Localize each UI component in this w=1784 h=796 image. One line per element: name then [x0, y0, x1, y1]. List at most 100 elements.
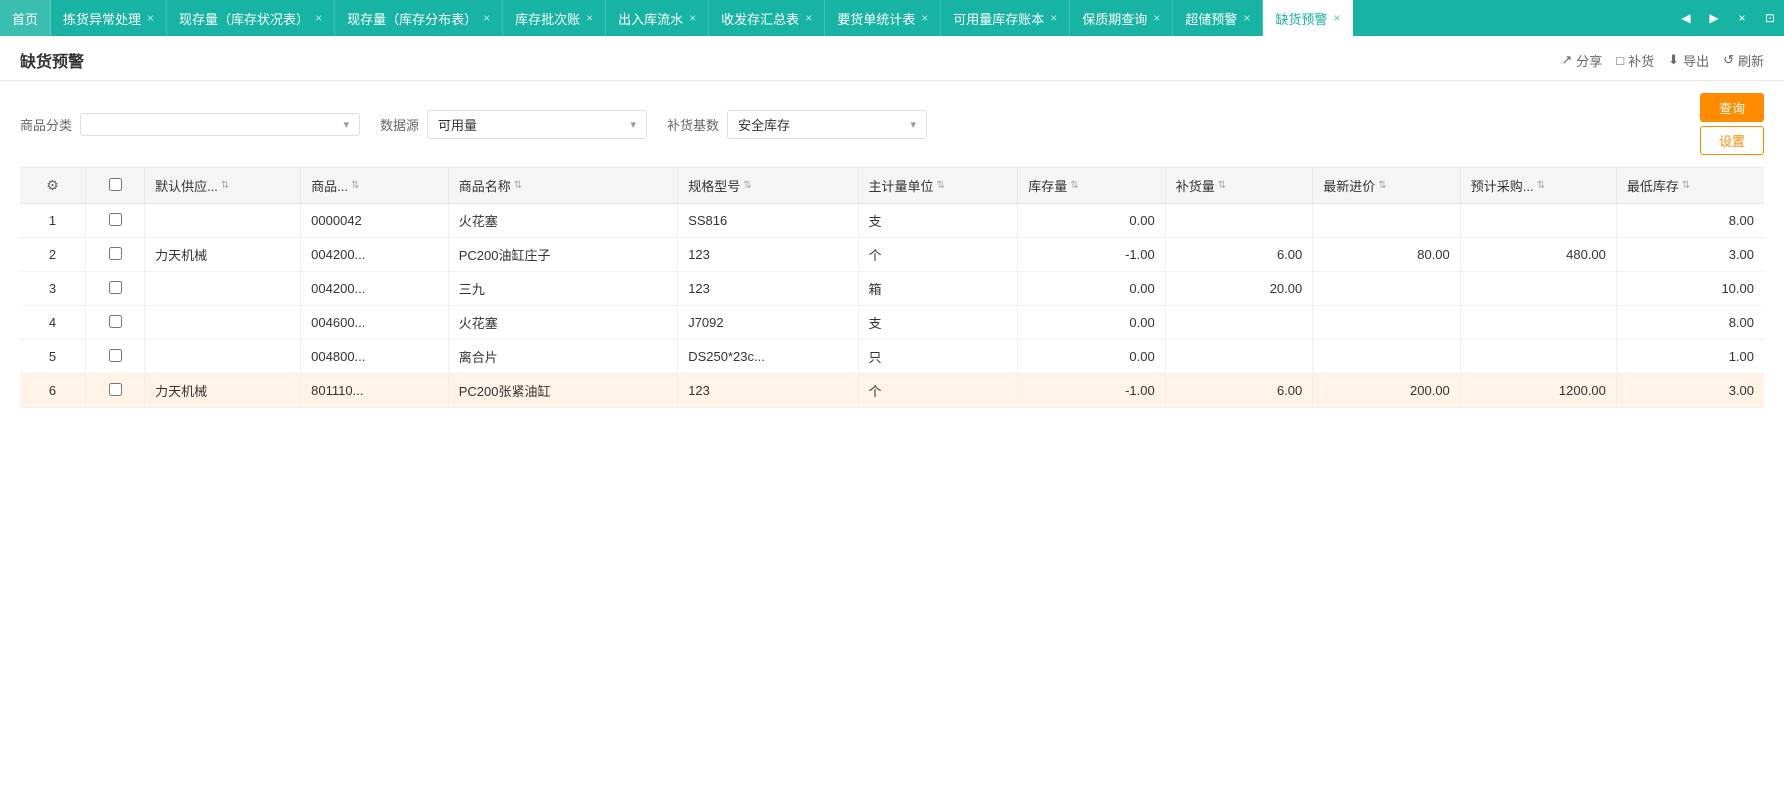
row-product-name: PC200张紧油缸: [448, 374, 678, 408]
column-unit[interactable]: 主计量单位 ⇅: [858, 168, 1018, 204]
row-checkbox[interactable]: [109, 315, 122, 328]
tab-close-all-button[interactable]: ×: [1728, 0, 1756, 36]
tab-inventory-status[interactable]: 现存量（库存状况表） ×: [167, 0, 335, 36]
row-number: 5: [20, 340, 86, 374]
refresh-icon: ↺: [1723, 52, 1734, 68]
row-min-stock: 1.00: [1616, 340, 1764, 374]
row-product-code: 004200...: [301, 238, 449, 272]
close-tab-shortage[interactable]: ×: [1333, 11, 1340, 25]
tab-shortage[interactable]: 缺货预警 ×: [1263, 0, 1353, 36]
datasource-select[interactable]: 可用量 ▾: [427, 110, 647, 139]
column-product-name[interactable]: 商品名称 ⇅: [448, 168, 678, 204]
row-product-name: 三九: [448, 272, 678, 306]
row-number: 6: [20, 374, 86, 408]
column-product-code[interactable]: 商品... ⇅: [301, 168, 449, 204]
category-filter-group: 商品分类 ▾: [20, 113, 360, 136]
row-default-supplier: 力天机械: [145, 238, 301, 272]
close-tab-overstock[interactable]: ×: [1243, 11, 1250, 25]
close-tab-abnormal[interactable]: ×: [147, 11, 154, 25]
row-min-stock: 3.00: [1616, 374, 1764, 408]
datasource-label: 数据源: [380, 115, 419, 134]
row-latest-price: [1313, 272, 1461, 306]
share-button[interactable]: ↗ 分享: [1561, 51, 1602, 70]
export-button[interactable]: ⬇ 导出: [1668, 51, 1709, 70]
query-button[interactable]: 查询: [1700, 93, 1764, 122]
close-tab-batch-account[interactable]: ×: [586, 11, 593, 25]
row-replenish-qty: 6.00: [1165, 238, 1313, 272]
row-spec: 123: [678, 272, 858, 306]
column-min-stock[interactable]: 最低库存 ⇅: [1616, 168, 1764, 204]
row-number: 1: [20, 204, 86, 238]
column-stock-qty[interactable]: 库存量 ⇅: [1018, 168, 1166, 204]
row-checkbox[interactable]: [109, 383, 122, 396]
table-row: 1 0000042 火花塞 SS816 支 0.00 8.00: [20, 204, 1764, 238]
table-row: 3 004200... 三九 123 箱 0.00 20.00 10.00: [20, 272, 1764, 306]
row-spec: 123: [678, 238, 858, 272]
row-default-supplier: [145, 204, 301, 238]
page-header: 缺货预警 ↗ 分享 □ 补货 ⬇ 导出 ↺ 刷新: [0, 36, 1784, 81]
row-checkbox[interactable]: [109, 213, 122, 226]
category-dropdown-icon: ▾: [343, 118, 349, 131]
tab-inout-flow[interactable]: 出入库流水 ×: [606, 0, 709, 36]
row-est-purchase: [1460, 340, 1616, 374]
close-tab-inout-flow[interactable]: ×: [689, 11, 696, 25]
tab-home[interactable]: 首页: [0, 0, 51, 36]
row-checkbox[interactable]: [109, 349, 122, 362]
row-checkbox[interactable]: [109, 247, 122, 260]
main-content: 缺货预警 ↗ 分享 □ 补货 ⬇ 导出 ↺ 刷新 商品分类: [0, 36, 1784, 796]
tab-next-button[interactable]: ▶: [1700, 0, 1728, 36]
row-latest-price: [1313, 306, 1461, 340]
category-select[interactable]: ▾: [80, 113, 360, 136]
datasource-select-value: 可用量: [438, 115, 477, 134]
row-checkbox-cell: [86, 306, 145, 340]
select-all-checkbox[interactable]: [109, 178, 122, 191]
tab-overstock[interactable]: 超储预警 ×: [1173, 0, 1263, 36]
row-product-code: 0000042: [301, 204, 449, 238]
replenish-basis-select[interactable]: 安全库存 ▾: [727, 110, 927, 139]
row-unit: 只: [858, 340, 1018, 374]
replenish-icon: □: [1616, 53, 1624, 68]
column-replenish-qty[interactable]: 补货量 ⇅: [1165, 168, 1313, 204]
close-tab-order-stat[interactable]: ×: [921, 11, 928, 25]
tab-order-stat[interactable]: 要货单统计表 ×: [825, 0, 941, 36]
sort-latest-price-icon: ⇅: [1378, 180, 1386, 191]
column-settings[interactable]: ⚙: [20, 168, 86, 204]
row-number: 4: [20, 306, 86, 340]
column-est-purchase[interactable]: 预计采购... ⇅: [1460, 168, 1616, 204]
tab-receipt-summary[interactable]: 收发存汇总表 ×: [709, 0, 825, 36]
tab-fullscreen-button[interactable]: ⊡: [1756, 0, 1784, 36]
close-tab-receipt-summary[interactable]: ×: [805, 11, 812, 25]
column-latest-price[interactable]: 最新进价 ⇅: [1313, 168, 1461, 204]
close-tab-inventory-dist[interactable]: ×: [483, 11, 490, 25]
tab-inventory-dist[interactable]: 现存量（库存分布表） ×: [335, 0, 503, 36]
tab-available-ledger[interactable]: 可用量库存账本 ×: [941, 0, 1070, 36]
row-est-purchase: 1200.00: [1460, 374, 1616, 408]
tab-expiry-query[interactable]: 保质期查询 ×: [1070, 0, 1173, 36]
row-product-code: 004600...: [301, 306, 449, 340]
table-row: 5 004800... 离合片 DS250*23c... 只 0.00 1.00: [20, 340, 1764, 374]
export-icon: ⬇: [1668, 52, 1679, 68]
replenish-basis-dropdown-icon: ▾: [911, 118, 917, 131]
tab-abnormal[interactable]: 拣货异常处理 ×: [51, 0, 167, 36]
table-container: ⚙ 默认供应... ⇅ 商品... ⇅: [0, 167, 1784, 408]
row-checkbox[interactable]: [109, 281, 122, 294]
row-unit: 支: [858, 306, 1018, 340]
tab-batch-account[interactable]: 库存批次账 ×: [503, 0, 606, 36]
row-stock-qty: 0.00: [1018, 272, 1166, 306]
row-est-purchase: [1460, 204, 1616, 238]
column-spec[interactable]: 规格型号 ⇅: [678, 168, 858, 204]
column-default-supplier[interactable]: 默认供应... ⇅: [145, 168, 301, 204]
row-number: 3: [20, 272, 86, 306]
row-replenish-qty: 6.00: [1165, 374, 1313, 408]
settings-button[interactable]: 设置: [1700, 126, 1764, 155]
close-tab-inventory-status[interactable]: ×: [315, 11, 322, 25]
replenish-button[interactable]: □ 补货: [1616, 51, 1654, 70]
row-unit: 箱: [858, 272, 1018, 306]
tab-prev-button[interactable]: ◀: [1672, 0, 1700, 36]
close-tab-expiry-query[interactable]: ×: [1153, 11, 1160, 25]
close-tab-available-ledger[interactable]: ×: [1050, 11, 1057, 25]
replenish-basis-label: 补货基数: [667, 115, 719, 134]
row-product-code: 004800...: [301, 340, 449, 374]
refresh-button[interactable]: ↺ 刷新: [1723, 51, 1764, 70]
page-title: 缺货预警: [20, 48, 1561, 72]
